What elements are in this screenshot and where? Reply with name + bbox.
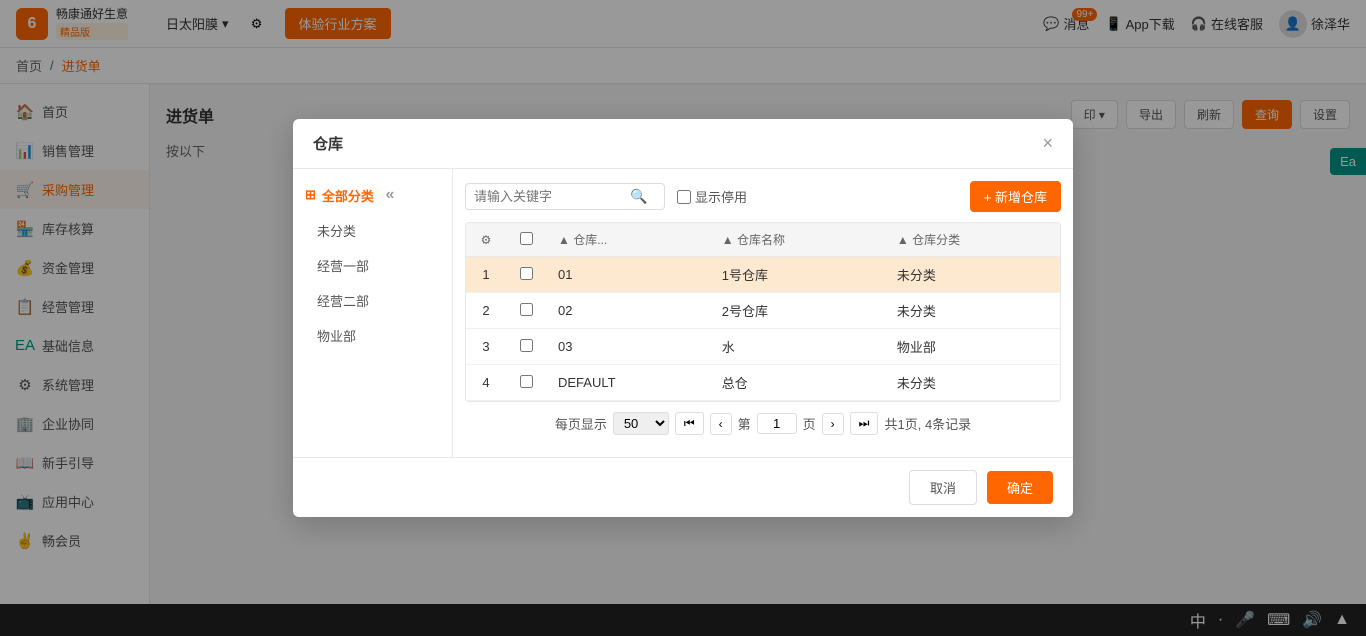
first-page-btn[interactable]: ⏮: [675, 412, 704, 435]
td-category: 未分类: [885, 365, 1060, 401]
category-all[interactable]: ⊞ 全部分类 «: [293, 177, 452, 213]
pagination: 每页显示 50 100 ⏮ ‹ 第 页 › ⏭ 共1页, 4条记录: [465, 402, 1061, 445]
page-suffix: 页: [803, 414, 816, 433]
td-category: 物业部: [885, 329, 1060, 365]
search-input[interactable]: [474, 189, 624, 204]
per-page-label: 每页显示: [555, 414, 607, 433]
td-name: 水: [710, 329, 885, 365]
category-item-ops2[interactable]: 经营二部: [293, 283, 452, 318]
prev-page-btn[interactable]: ‹: [710, 413, 732, 435]
warehouse-modal: 仓库 × ⊞ 全部分类 « 未分类 经营一部 经营二部 物业部: [293, 119, 1073, 517]
td-checkbox: [506, 365, 546, 401]
confirm-button[interactable]: 确定: [987, 471, 1053, 504]
search-icon: 🔍: [630, 188, 647, 205]
th-settings: ⚙: [466, 223, 506, 257]
table: ⚙ ▲ 仓库... ▲ 仓库名称: [466, 223, 1060, 401]
category-item-unclassified[interactable]: 未分类: [293, 213, 452, 248]
show-disabled-label: 显示停用: [695, 187, 747, 206]
modal-overlay: 仓库 × ⊞ 全部分类 « 未分类 经营一部 经营二部 物业部: [0, 0, 1366, 636]
td-category: 未分类: [885, 293, 1060, 329]
table-head: ⚙ ▲ 仓库... ▲ 仓库名称: [466, 223, 1060, 257]
category-sidebar: ⊞ 全部分类 « 未分类 经营一部 经营二部 物业部: [293, 169, 453, 457]
category-grid-icon: ⊞: [305, 187, 316, 203]
th-checkbox: [506, 223, 546, 257]
search-box: 🔍: [465, 183, 665, 210]
modal-title: 仓库: [313, 133, 343, 154]
td-code: 03: [546, 329, 710, 365]
total-records: 共1页, 4条记录: [884, 414, 971, 433]
category-item-ops1[interactable]: 经营一部: [293, 248, 452, 283]
td-num: 3: [466, 329, 506, 365]
warehouse-table: ⚙ ▲ 仓库... ▲ 仓库名称: [465, 222, 1061, 402]
select-all-checkbox[interactable]: [520, 232, 533, 245]
th-name: ▲ 仓库名称: [710, 223, 885, 257]
modal-body: ⊞ 全部分类 « 未分类 经营一部 经营二部 物业部 🔍: [293, 169, 1073, 457]
table-row[interactable]: 4 DEFAULT 总仓 未分类: [466, 365, 1060, 401]
per-page-select[interactable]: 50 100: [613, 412, 669, 435]
td-num: 2: [466, 293, 506, 329]
modal-toolbar: 🔍 显示停用 + 新增仓库: [465, 181, 1061, 212]
modal-header: 仓库 ×: [293, 119, 1073, 169]
table-row[interactable]: 2 02 2号仓库 未分类: [466, 293, 1060, 329]
td-name: 总仓: [710, 365, 885, 401]
td-num: 4: [466, 365, 506, 401]
last-page-btn[interactable]: ⏭: [850, 412, 879, 435]
row-checkbox-1[interactable]: [520, 267, 533, 280]
category-all-label: 全部分类: [322, 186, 374, 205]
td-code: 02: [546, 293, 710, 329]
cancel-button[interactable]: 取消: [909, 470, 977, 505]
add-warehouse-button[interactable]: + 新增仓库: [970, 181, 1061, 212]
table-row[interactable]: 3 03 水 物业部: [466, 329, 1060, 365]
next-page-btn[interactable]: ›: [822, 413, 844, 435]
row-checkbox-3[interactable]: [520, 339, 533, 352]
modal-main-content: 🔍 显示停用 + 新增仓库 ⚙: [453, 169, 1073, 457]
page-label: 第: [738, 414, 751, 433]
td-code: 01: [546, 257, 710, 293]
table-row[interactable]: 1 01 1号仓库 未分类: [466, 257, 1060, 293]
td-num: 1: [466, 257, 506, 293]
show-disabled-checkbox[interactable]: [677, 190, 691, 204]
td-category: 未分类: [885, 257, 1060, 293]
td-checkbox: [506, 257, 546, 293]
modal-close-button[interactable]: ×: [1042, 133, 1053, 154]
td-name: 1号仓库: [710, 257, 885, 293]
td-checkbox: [506, 293, 546, 329]
modal-footer: 取消 确定: [293, 457, 1073, 517]
table-body: 1 01 1号仓库 未分类 2 02 2号仓库: [466, 257, 1060, 401]
row-checkbox-2[interactable]: [520, 303, 533, 316]
category-collapse-btn[interactable]: «: [380, 185, 400, 205]
td-checkbox: [506, 329, 546, 365]
row-checkbox-4[interactable]: [520, 375, 533, 388]
page-number-input[interactable]: [757, 413, 797, 434]
td-code: DEFAULT: [546, 365, 710, 401]
td-name: 2号仓库: [710, 293, 885, 329]
table-header-row: ⚙ ▲ 仓库... ▲ 仓库名称: [466, 223, 1060, 257]
th-category: ▲ 仓库分类: [885, 223, 1060, 257]
show-disabled-container: 显示停用: [677, 187, 747, 206]
th-code: ▲ 仓库...: [546, 223, 710, 257]
category-item-property[interactable]: 物业部: [293, 318, 452, 353]
